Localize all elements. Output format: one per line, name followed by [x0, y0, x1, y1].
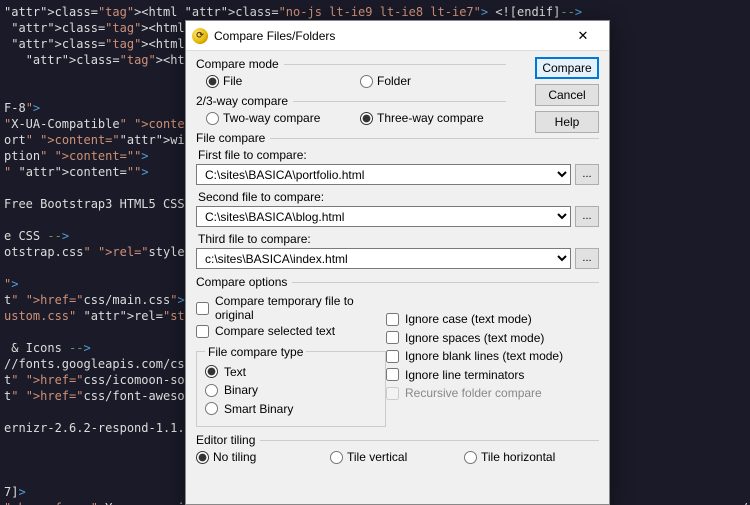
type-binary-radio[interactable] [205, 384, 218, 397]
third-file-label: Third file to compare: [198, 232, 599, 246]
dialog-button-column: Compare Cancel Help [535, 57, 599, 138]
ignore-blank-checkbox[interactable] [386, 350, 399, 363]
dialog-title: Compare Files/Folders [214, 29, 563, 43]
three-way-radio[interactable] [360, 112, 373, 125]
app-icon: ⟳ [192, 28, 208, 44]
editor-tiling-label: Editor tiling [196, 433, 260, 447]
second-file-input[interactable]: C:\sites\BASICA\blog.html [196, 206, 571, 227]
third-file-input[interactable]: c:\sites\BASICA\index.html [196, 248, 571, 269]
file-compare-type-group: File compare type Text Binary Smart Bina… [196, 345, 386, 428]
third-file-browse-button[interactable]: ... [575, 248, 599, 269]
first-file-input[interactable]: C:\sites\BASICA\portfolio.html [196, 164, 571, 185]
tiling-horizontal-radio[interactable] [464, 451, 477, 464]
ignore-case-checkbox[interactable] [386, 313, 399, 326]
mode-folder-radio[interactable] [360, 75, 373, 88]
type-smart-radio[interactable] [205, 402, 218, 415]
two-way-radio[interactable] [206, 112, 219, 125]
compare-dialog: ⟳ Compare Files/Folders ✕ Compare Cancel… [185, 20, 610, 505]
recursive-checkbox [386, 387, 399, 400]
tiling-vertical-radio[interactable] [330, 451, 343, 464]
help-button[interactable]: Help [535, 111, 599, 133]
type-text-radio[interactable] [205, 365, 218, 378]
second-file-label: Second file to compare: [198, 190, 599, 204]
compare-button[interactable]: Compare [535, 57, 599, 79]
file-compare-type-label: File compare type [205, 345, 306, 359]
close-icon[interactable]: ✕ [563, 22, 603, 50]
way-label: 2/3-way compare [196, 94, 293, 108]
temp-file-checkbox[interactable] [196, 302, 209, 315]
compare-options-label: Compare options [196, 275, 292, 289]
second-file-browse-button[interactable]: ... [575, 206, 599, 227]
first-file-label: First file to compare: [198, 148, 599, 162]
tiling-none-radio[interactable] [196, 451, 209, 464]
first-file-browse-button[interactable]: ... [575, 164, 599, 185]
compare-mode-label: Compare mode [196, 57, 284, 71]
file-compare-label: File compare [196, 131, 270, 145]
cancel-button[interactable]: Cancel [535, 84, 599, 106]
selected-text-checkbox[interactable] [196, 325, 209, 338]
ignore-spaces-checkbox[interactable] [386, 331, 399, 344]
ignore-terminators-checkbox[interactable] [386, 368, 399, 381]
titlebar: ⟳ Compare Files/Folders ✕ [186, 21, 609, 51]
mode-file-radio[interactable] [206, 75, 219, 88]
